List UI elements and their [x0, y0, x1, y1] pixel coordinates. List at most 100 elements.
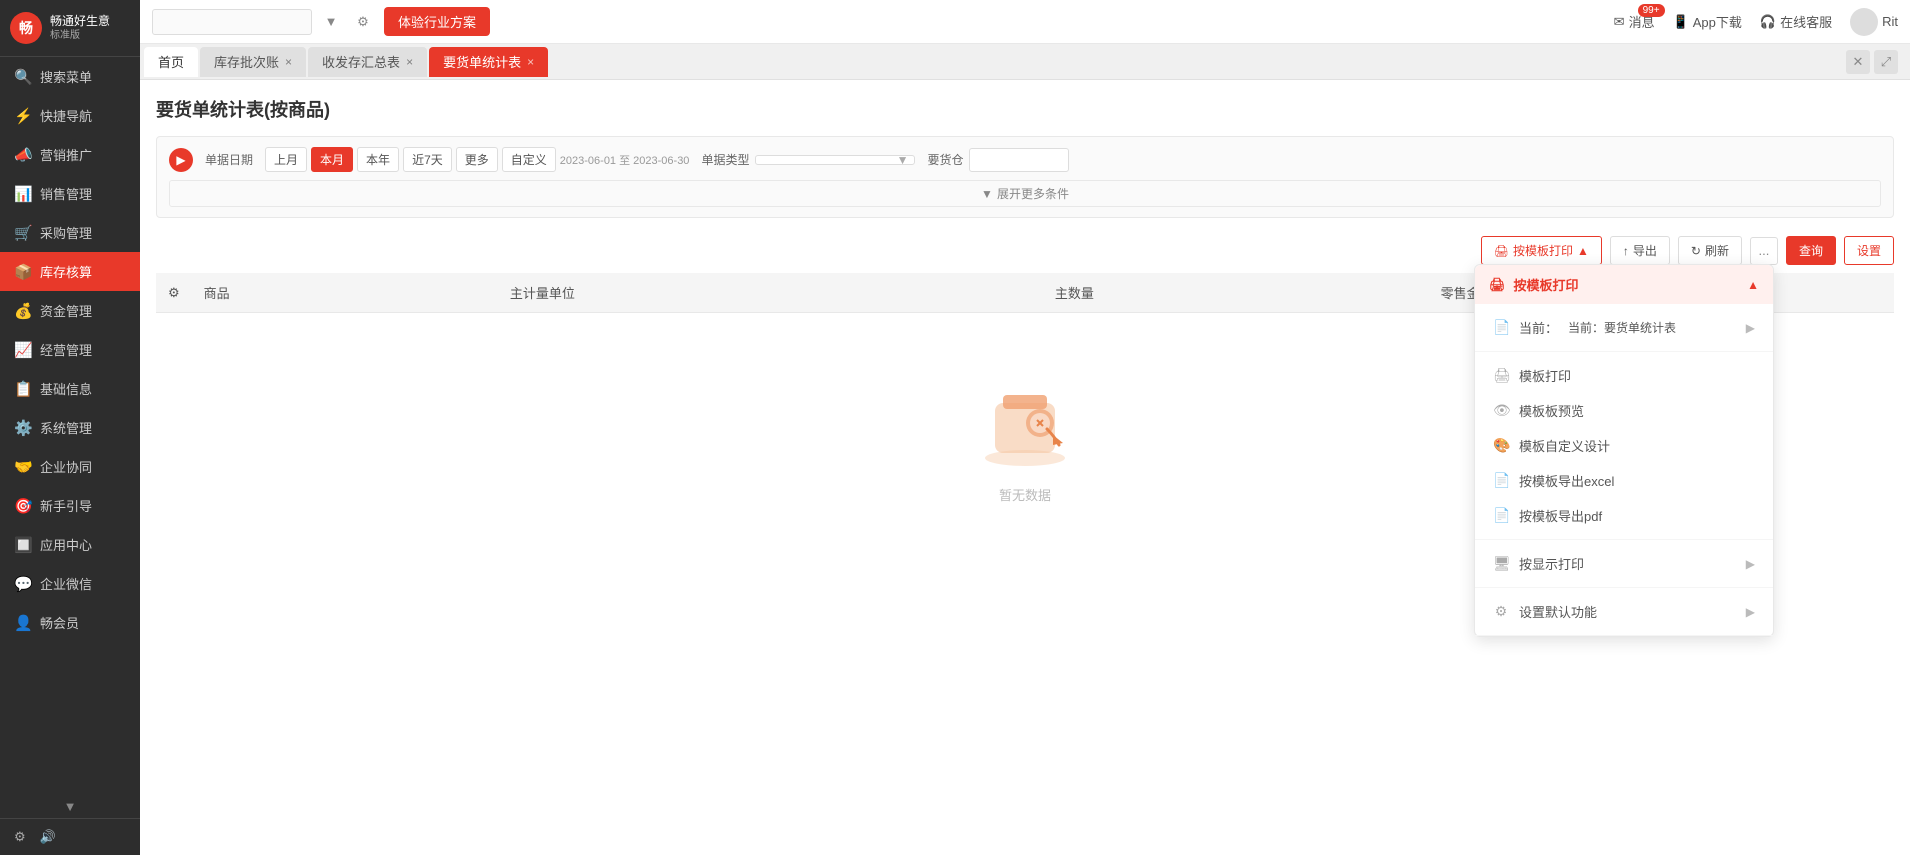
- close-tab-receipt-summary[interactable]: ×: [406, 55, 413, 69]
- date-btn-last-month[interactable]: 上月: [265, 147, 307, 172]
- sidebar-item-guide[interactable]: 🎯 新手引导: [0, 486, 140, 525]
- user-avatar[interactable]: Rit: [1850, 8, 1898, 36]
- goods-filter-label: 要货仓: [927, 151, 963, 168]
- app-download-btn[interactable]: 📱 App下载: [1673, 12, 1742, 31]
- maximize-tabs-btn[interactable]: ⤢: [1874, 50, 1898, 74]
- marketing-icon: 📣: [14, 146, 32, 164]
- display-chevron-right-icon: ▶: [1746, 557, 1755, 571]
- close-tab-inventory-batch[interactable]: ×: [285, 55, 292, 69]
- print-header-icon: 🖨: [1489, 277, 1506, 293]
- col-settings-header[interactable]: ⚙: [156, 273, 192, 313]
- template-preview-icon: 👁: [1493, 402, 1509, 419]
- audio-icon[interactable]: 🔊: [40, 829, 56, 845]
- download-icon: 📱: [1673, 14, 1689, 30]
- date-btn-this-year[interactable]: 本年: [357, 147, 399, 172]
- sidebar-item-apps[interactable]: 🔲 应用中心: [0, 525, 140, 564]
- filter-expand-btn[interactable]: ▶: [169, 148, 193, 172]
- col-goods-header: 商品: [192, 273, 498, 313]
- default-func-icon: ⚙: [1493, 603, 1509, 620]
- template-design-icon: 🎨: [1493, 437, 1509, 454]
- chevron-right-icon: ▶: [1746, 321, 1755, 335]
- date-buttons: 上月 本月 本年 近7天 更多 自定义 2023-06-01 至 2023-06…: [265, 147, 689, 172]
- topbar-search-input[interactable]: [152, 9, 312, 35]
- purchase-icon: 🛒: [14, 224, 32, 242]
- sidebar-item-system[interactable]: ⚙️ 系统管理: [0, 408, 140, 447]
- date-filter-label: 单据日期: [205, 151, 253, 168]
- goods-filter-input[interactable]: [969, 148, 1069, 172]
- export-pdf-icon: 📄: [1493, 507, 1509, 524]
- guide-icon: 🎯: [14, 497, 32, 515]
- default-chevron-right-icon: ▶: [1746, 605, 1755, 619]
- template-design-item[interactable]: 🎨 模板自定义设计: [1475, 428, 1773, 463]
- current-template-item[interactable]: 📄 当前： 当前：要货单统计表 ▶: [1475, 310, 1773, 345]
- printer-icon: 🖨: [1494, 244, 1509, 258]
- sidebar-item-wechat[interactable]: 💬 企业微信: [0, 564, 140, 603]
- apps-icon: 🔲: [14, 536, 32, 554]
- col-qty-header: 主数量: [1043, 273, 1429, 313]
- default-func-section: ⚙ 设置默认功能 ▶: [1475, 588, 1773, 636]
- query-btn[interactable]: 查询: [1786, 236, 1836, 265]
- tab-order-stats[interactable]: 要货单统计表 ×: [429, 47, 548, 77]
- type-filter-label: 单据类型: [701, 151, 749, 168]
- print-dropdown-header[interactable]: 🖨 按模板打印 ▲: [1475, 265, 1773, 304]
- logo-icon: 畅: [10, 12, 42, 44]
- sidebar-item-purchase[interactable]: 🛒 采购管理: [0, 213, 140, 252]
- sidebar-logo: 畅 畅通好生意 标准版: [0, 0, 140, 57]
- topbar-right: ✉ 消息 99+ 📱 App下载 🎧 在线客服 Rit: [1614, 8, 1898, 36]
- tab-inventory-batch[interactable]: 库存批次账 ×: [200, 47, 306, 77]
- avatar-image: [1850, 8, 1878, 36]
- refresh-btn[interactable]: ↻ 刷新: [1678, 236, 1742, 265]
- messages-badge: 99+: [1638, 4, 1665, 17]
- more-actions-btn[interactable]: ...: [1750, 237, 1778, 265]
- print-dropdown-title: 🖨 按模板打印: [1489, 275, 1579, 294]
- date-range-display: 2023-06-01 至 2023-06-30: [560, 152, 690, 168]
- settings-btn[interactable]: 设置: [1844, 236, 1894, 265]
- default-func-item[interactable]: ⚙ 设置默认功能 ▶: [1475, 594, 1773, 629]
- date-btn-custom[interactable]: 自定义: [502, 147, 556, 172]
- dropdown-chevron-up-icon: ▲: [1747, 278, 1759, 292]
- filter-bar: ▶ 单据日期 上月 本月 本年 近7天 更多 自定义 2023-06-01 至 …: [156, 136, 1894, 218]
- main-area: ▼ ⚙ 体验行业方案 ✉ 消息 99+ 📱 App下载 🎧 在线客服 Rit: [140, 0, 1910, 855]
- sidebar-item-operations[interactable]: 📈 经营管理: [0, 330, 140, 369]
- sidebar-scroll-down[interactable]: ▼: [0, 795, 140, 818]
- online-service-btn[interactable]: 🎧 在线客服: [1760, 12, 1832, 31]
- type-select[interactable]: ▼: [755, 155, 915, 165]
- sidebar-item-finance[interactable]: 💰 资金管理: [0, 291, 140, 330]
- headset-icon: 🎧: [1760, 14, 1776, 30]
- sidebar-item-search[interactable]: 🔍 搜索菜单: [0, 57, 140, 96]
- template-print-item[interactable]: 🖨 模板打印: [1475, 358, 1773, 393]
- print-template-btn[interactable]: 🖨 按模板打印 ▲: [1481, 236, 1602, 265]
- tab-home[interactable]: 首页: [144, 47, 198, 77]
- expand-more-btn[interactable]: ▼ 展开更多条件: [169, 180, 1881, 207]
- close-tab-order-stats[interactable]: ×: [527, 55, 534, 69]
- export-excel-item[interactable]: 📄 按模板导出excel: [1475, 463, 1773, 498]
- page-content: 要货单统计表(按商品) ▶ 单据日期 上月 本月 本年 近7天 更多 自定义 2…: [140, 80, 1910, 855]
- template-preview-item[interactable]: 👁 模板板预览: [1475, 393, 1773, 428]
- sidebar-item-quick-nav[interactable]: ⚡ 快捷导航: [0, 96, 140, 135]
- date-btn-more[interactable]: 更多: [456, 147, 498, 172]
- export-btn[interactable]: ↑ 导出: [1610, 236, 1670, 265]
- sidebar-item-marketing[interactable]: 📣 营销推广: [0, 135, 140, 174]
- display-print-section: 🖥 按显示打印 ▶: [1475, 540, 1773, 588]
- close-all-tabs-btn[interactable]: ✕: [1846, 50, 1870, 74]
- date-btn-7days[interactable]: 近7天: [403, 147, 452, 172]
- print-chevron-up: ▲: [1577, 244, 1589, 258]
- display-print-item[interactable]: 🖥 按显示打印 ▶: [1475, 546, 1773, 581]
- sidebar-item-inventory[interactable]: 📦 库存核算: [0, 252, 140, 291]
- sidebar-item-base[interactable]: 📋 基础信息: [0, 369, 140, 408]
- template-actions-section: 🖨 模板打印 👁 模板板预览 🎨 模板自定义设计 📄 按模板导出excel: [1475, 352, 1773, 540]
- sidebar-item-sales[interactable]: 📊 销售管理: [0, 174, 140, 213]
- topbar-search-dropdown[interactable]: ▼: [320, 11, 342, 33]
- date-btn-this-month[interactable]: 本月: [311, 147, 353, 172]
- export-pdf-item[interactable]: 📄 按模板导出pdf: [1475, 498, 1773, 533]
- topbar-gear-icon[interactable]: ⚙: [350, 9, 376, 35]
- tab-receipt-summary[interactable]: 收发存汇总表 ×: [308, 47, 427, 77]
- sidebar-item-member[interactable]: 👤 畅会员: [0, 603, 140, 642]
- settings-icon[interactable]: ⚙: [14, 829, 26, 845]
- sidebar-nav: 🔍 搜索菜单 ⚡ 快捷导航 📣 营销推广 📊 销售管理 🛒 采购管理 📦 库存核…: [0, 57, 140, 795]
- messages-btn[interactable]: ✉ 消息 99+: [1614, 12, 1655, 31]
- display-print-icon: 🖥: [1493, 555, 1509, 572]
- collab-icon: 🤝: [14, 458, 32, 476]
- sidebar-item-collab[interactable]: 🤝 企业协同: [0, 447, 140, 486]
- trial-btn[interactable]: 体验行业方案: [384, 7, 490, 36]
